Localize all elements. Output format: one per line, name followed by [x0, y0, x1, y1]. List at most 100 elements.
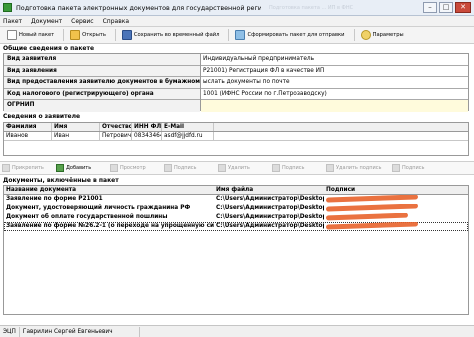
- package-values: Индивидуальный предприниматель Р21001) Р…: [201, 53, 469, 112]
- delete-button[interactable]: Удалить: [218, 163, 272, 174]
- package-send-icon: [235, 30, 246, 40]
- new-package-button[interactable]: Новый пакет: [3, 29, 58, 42]
- save-temp-button[interactable]: Сохранить во временный файл: [118, 29, 224, 42]
- doc-file: C:\Users\Администратор\Desktop...: [216, 223, 324, 229]
- attach-button[interactable]: Прикрепить: [2, 163, 56, 174]
- minimize-button[interactable]: –: [423, 2, 437, 13]
- col-firstname[interactable]: Имя: [52, 123, 100, 131]
- menu-package[interactable]: Пакет: [3, 18, 22, 25]
- folder-icon: [70, 30, 81, 40]
- package-labels: Вид заявителя Вид заявления Вид предоста…: [3, 53, 201, 112]
- col-doc-name[interactable]: Название документа: [4, 186, 214, 194]
- col-signatures[interactable]: Подписи: [324, 186, 468, 194]
- window-title: Подготовка пакета электронных документов…: [16, 3, 261, 12]
- tax-authority-select[interactable]: 1001 (ИФНС России по г.Петрозаводску): [201, 89, 468, 100]
- menu-help[interactable]: Справка: [103, 18, 129, 25]
- documents-table: Название документа Имя файла Подписи Зая…: [3, 185, 469, 315]
- sign-icon: [164, 164, 172, 172]
- col-extra: [214, 123, 468, 131]
- delete-signature-icon: [326, 164, 334, 172]
- col-patronymic[interactable]: Отчество: [100, 123, 132, 131]
- doc-signature: [324, 195, 468, 204]
- delete-icon: [218, 164, 226, 172]
- doc-file: C:\Users\Администратор\Desktop...: [216, 205, 324, 211]
- menu-service[interactable]: Сервис: [71, 18, 93, 25]
- document-toolbar: Прикрепить Добавить Просмотр Подпись Уда…: [0, 161, 474, 175]
- applicant-table: Фамилия Имя Отчество ИНН ФЛ E-Mail Ивано…: [3, 122, 469, 156]
- delete-signature-button[interactable]: Удалить подпись: [326, 163, 392, 174]
- col-inn[interactable]: ИНН ФЛ: [132, 123, 162, 131]
- signature-scribble: [325, 213, 409, 221]
- menu-bar: Пакет Документ Сервис Справка: [0, 16, 474, 27]
- col-file-name[interactable]: Имя файла: [214, 186, 324, 194]
- cell-firstname[interactable]: Иван: [52, 132, 100, 140]
- signature-scribble: [325, 204, 419, 212]
- applicant-type-select[interactable]: Индивидуальный предприниматель: [201, 54, 468, 66]
- close-button[interactable]: ✕: [455, 2, 471, 13]
- cell-lastname[interactable]: Иванов: [4, 132, 52, 140]
- window-title-ghost: Подготовка пакета ... ИП в ФНС: [269, 4, 354, 11]
- paper-delivery-select[interactable]: ыслать документы по почте: [201, 77, 468, 89]
- title-bar: Подготовка пакета электронных документов…: [0, 0, 474, 16]
- doc-signature: [324, 213, 468, 222]
- doc-file: C:\Users\Администратор\Desktop...: [216, 214, 324, 220]
- label-ogrnip: ОГРНИП: [4, 100, 200, 112]
- table-row[interactable]: Документ, удостоверяющий личность гражда…: [4, 204, 468, 213]
- cell-patronymic[interactable]: Петрович: [100, 132, 132, 140]
- doc-name: Документ об оплате государственной пошли…: [6, 214, 168, 220]
- table-row[interactable]: Заявление по форме Р21001 C:\Users\Админ…: [4, 195, 468, 204]
- signature-scribble: [325, 195, 419, 203]
- add-document-icon: [56, 164, 64, 172]
- doc-signature: [324, 222, 468, 231]
- sign-icon: [392, 164, 400, 172]
- doc-signature: [324, 204, 468, 213]
- settings-gear-icon: [360, 30, 371, 40]
- label-application-type: Вид заявления: [4, 65, 200, 77]
- label-applicant-type: Вид заявителя: [4, 54, 200, 66]
- toolbar-separator: [353, 29, 355, 41]
- col-email[interactable]: E-Mail: [162, 123, 214, 131]
- signature-scribble: [325, 222, 419, 230]
- sign-icon: [272, 164, 280, 172]
- sign-button[interactable]: Подпись: [164, 163, 218, 174]
- col-lastname[interactable]: Фамилия: [4, 123, 52, 131]
- current-user: Гаврилин Сергей Евгеньевич: [20, 326, 140, 337]
- label-paper-delivery: Вид предоставления заявителю документов …: [4, 77, 200, 89]
- new-file-icon: [7, 30, 17, 40]
- cell-extra[interactable]: [214, 132, 468, 140]
- params-button[interactable]: Параметры: [357, 29, 408, 42]
- documents-table-header: Название документа Имя файла Подписи: [4, 186, 468, 195]
- main-toolbar: Новый пакет Открыть Сохранить во временн…: [0, 27, 474, 44]
- menu-document[interactable]: Документ: [31, 18, 62, 25]
- cell-email[interactable]: asdf@jjdfd.ru: [162, 132, 214, 140]
- ogrnip-field[interactable]: [201, 100, 468, 112]
- app-icon: [3, 3, 12, 12]
- documents-section-title: Документы, включённые в пакет: [3, 177, 119, 184]
- open-button[interactable]: Открыть: [66, 29, 110, 42]
- doc-file: C:\Users\Администратор\Desktop...: [216, 196, 324, 202]
- sign-button-3[interactable]: Подпись: [392, 163, 446, 174]
- view-button[interactable]: Просмотр: [110, 163, 164, 174]
- label-tax-authority-code: Код налогового (регистрирующего) органа: [4, 88, 200, 100]
- toolbar-separator: [114, 29, 116, 41]
- view-icon: [110, 164, 118, 172]
- doc-name: Документ, удостоверяющий личность гражда…: [6, 205, 191, 211]
- package-section-title: Общие сведения о пакете: [3, 45, 95, 52]
- application-type-select[interactable]: Р21001) Регистрация ФЛ в качестве ИП: [201, 66, 468, 77]
- doc-name: Заявление по форме Р21001: [6, 196, 103, 202]
- cell-inn[interactable]: 0834346454: [132, 132, 162, 140]
- applicant-table-header: Фамилия Имя Отчество ИНН ФЛ E-Mail: [4, 123, 468, 132]
- ecp-label: ЭЦП: [0, 326, 20, 337]
- doc-name: Заявление по форме №26.2-1 (о переходе н…: [6, 223, 214, 229]
- paperclip-icon: [2, 164, 10, 172]
- table-row[interactable]: Документ об оплате государственной пошли…: [4, 213, 468, 222]
- save-disk-icon: [121, 30, 132, 40]
- applicant-section-title: Сведения о заявителе: [3, 113, 81, 120]
- form-package-button[interactable]: Сформировать пакет для отправки: [231, 29, 348, 42]
- sign-button-2[interactable]: Подпись: [272, 163, 326, 174]
- maximize-button[interactable]: □: [439, 2, 453, 13]
- status-bar: ЭЦП Гаврилин Сергей Евгеньевич: [0, 325, 474, 337]
- add-document-button[interactable]: Добавить: [56, 163, 110, 174]
- table-row[interactable]: Иванов Иван Петрович 0834346454 asdf@jjd…: [4, 132, 468, 141]
- table-row[interactable]: Заявление по форме №26.2-1 (о переходе н…: [4, 222, 468, 231]
